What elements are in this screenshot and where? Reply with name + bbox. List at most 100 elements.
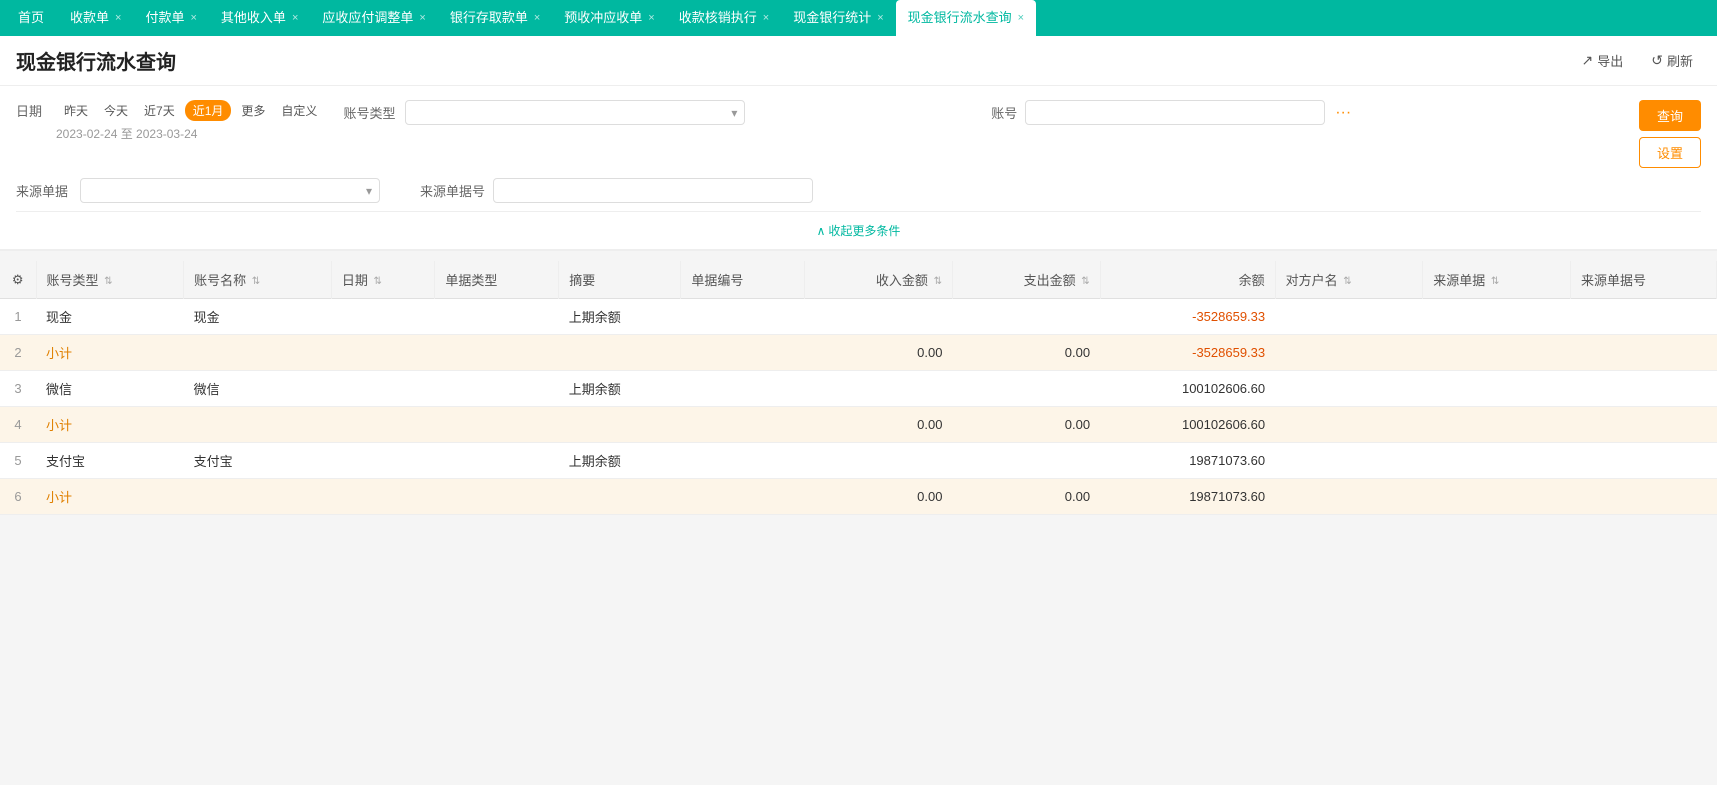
account-type-select[interactable] — [405, 100, 745, 125]
row-source-doc — [1423, 443, 1571, 479]
refresh-icon: ↺ — [1651, 52, 1663, 69]
source-doc-no-input[interactable] — [493, 178, 813, 203]
col-summary[interactable]: 摘要 — [559, 261, 681, 299]
close-tab-0-icon[interactable]: × — [115, 0, 121, 36]
col-doc-no[interactable]: 单据编号 — [681, 261, 805, 299]
row-account-type: 小计 — [36, 407, 184, 443]
date-7days-btn[interactable]: 近7天 — [138, 100, 181, 121]
row-account-type: 微信 — [36, 371, 184, 407]
settings-button[interactable]: 设置 — [1639, 137, 1701, 168]
row-expense: 0.00 — [952, 479, 1100, 515]
date-yesterday-btn[interactable]: 昨天 — [58, 100, 94, 121]
close-tab-7-icon[interactable]: × — [877, 0, 883, 36]
close-tab-1-icon[interactable]: × — [190, 0, 196, 36]
date-filter-label: 日期 — [16, 101, 52, 120]
close-tab-3-icon[interactable]: × — [419, 0, 425, 36]
col-income[interactable]: 收入金额 ⇅ — [805, 261, 953, 299]
table-row: 3 微信 微信 上期余额 100102606.60 — [0, 371, 1717, 407]
col-source-doc-no[interactable]: 来源单据号 — [1570, 261, 1716, 299]
row-date — [331, 335, 435, 371]
row-income — [805, 299, 953, 335]
row-income: 0.00 — [805, 407, 953, 443]
row-num-cell: 4 — [0, 407, 36, 443]
table-settings-icon[interactable]: ⚙ — [12, 272, 24, 287]
action-buttons: 查询 设置 — [1639, 100, 1701, 168]
date-shortcuts: 昨天 今天 近7天 近1月 更多 自定义 — [58, 100, 323, 121]
table-row: 6 小计 0.00 0.00 19871073.60 — [0, 479, 1717, 515]
table-header-row: ⚙ 账号类型 ⇅ 账号名称 ⇅ 日期 ⇅ 单据类型 摘要 — [0, 261, 1717, 299]
row-summary: 上期余额 — [559, 443, 681, 479]
row-summary: 上期余额 — [559, 371, 681, 407]
export-icon: ↗ — [1582, 52, 1594, 69]
row-source-doc-no — [1570, 371, 1716, 407]
close-tab-4-icon[interactable]: × — [534, 0, 540, 36]
date-1month-btn[interactable]: 近1月 — [185, 100, 232, 121]
row-income — [805, 443, 953, 479]
row-income — [805, 371, 953, 407]
account-type-label: 账号类型 — [343, 103, 399, 122]
filter-section: 日期 昨天 今天 近7天 近1月 更多 自定义 2023-02-24 至 202… — [0, 86, 1717, 251]
col-expense[interactable]: 支出金额 ⇅ — [952, 261, 1100, 299]
nav-tab-2[interactable]: 其他收入单 × — [209, 0, 310, 36]
collapse-filter-btn[interactable]: ∧ 收起更多条件 — [817, 222, 901, 239]
col-balance[interactable]: 余额 — [1100, 261, 1275, 299]
col-settings[interactable]: ⚙ — [0, 261, 36, 299]
col-account-type[interactable]: 账号类型 ⇅ — [36, 261, 184, 299]
row-date — [331, 479, 435, 515]
data-table-container: ⚙ 账号类型 ⇅ 账号名称 ⇅ 日期 ⇅ 单据类型 摘要 — [0, 261, 1717, 515]
date-more-btn[interactable]: 更多 — [235, 100, 271, 121]
row-account-type: 支付宝 — [36, 443, 184, 479]
close-tab-5-icon[interactable]: × — [648, 0, 654, 36]
row-balance: 19871073.60 — [1100, 443, 1275, 479]
table-row: 4 小计 0.00 0.00 100102606.60 — [0, 407, 1717, 443]
close-tab-8-icon[interactable]: × — [1018, 0, 1024, 36]
account-no-ellipsis-icon[interactable]: ··· — [1331, 104, 1355, 122]
row-income: 0.00 — [805, 335, 953, 371]
export-button[interactable]: ↗ 导出 — [1574, 47, 1632, 74]
nav-tab-5[interactable]: 预收冲应收单 × — [552, 0, 666, 36]
row-account-name: 支付宝 — [184, 443, 332, 479]
nav-tab-6[interactable]: 收款核销执行 × — [667, 0, 781, 36]
nav-tab-4[interactable]: 银行存取款单 × — [438, 0, 552, 36]
row-source-doc — [1423, 407, 1571, 443]
row-doc-type — [435, 299, 559, 335]
date-today-btn[interactable]: 今天 — [98, 100, 134, 121]
account-no-label: 账号 — [991, 103, 1019, 122]
query-button[interactable]: 查询 — [1639, 100, 1701, 131]
refresh-button[interactable]: ↺ 刷新 — [1643, 47, 1701, 74]
sort-income-icon: ⇅ — [934, 276, 942, 287]
row-balance: -3528659.33 — [1100, 335, 1275, 371]
date-custom-btn[interactable]: 自定义 — [275, 100, 323, 121]
nav-tab-7[interactable]: 现金银行统计 × — [781, 0, 895, 36]
row-source-doc-no — [1570, 299, 1716, 335]
row-summary — [559, 407, 681, 443]
nav-tab-8[interactable]: 现金银行流水查询 × — [896, 0, 1036, 36]
row-expense — [952, 299, 1100, 335]
row-summary: 上期余额 — [559, 299, 681, 335]
row-source-doc-no — [1570, 407, 1716, 443]
close-tab-6-icon[interactable]: × — [763, 0, 769, 36]
nav-tab-0[interactable]: 收款单 × — [58, 0, 133, 36]
row-expense — [952, 371, 1100, 407]
col-source-doc[interactable]: 来源单据 ⇅ — [1423, 261, 1571, 299]
source-doc-no-label: 来源单据号 — [420, 181, 485, 200]
col-account-name[interactable]: 账号名称 ⇅ — [184, 261, 332, 299]
row-counterparty — [1275, 335, 1423, 371]
sort-source-doc-icon: ⇅ — [1491, 276, 1499, 287]
nav-tab-3[interactable]: 应收应付调整单 × — [310, 0, 437, 36]
close-tab-2-icon[interactable]: × — [292, 0, 298, 36]
row-doc-no — [681, 443, 805, 479]
row-account-name — [184, 479, 332, 515]
col-counterparty[interactable]: 对方户名 ⇅ — [1275, 261, 1423, 299]
nav-home[interactable]: 首页 — [4, 0, 58, 36]
col-doc-type[interactable]: 单据类型 — [435, 261, 559, 299]
row-num-cell: 3 — [0, 371, 36, 407]
nav-tab-1[interactable]: 付款单 × — [133, 0, 208, 36]
col-date[interactable]: 日期 ⇅ — [331, 261, 435, 299]
row-balance: 100102606.60 — [1100, 371, 1275, 407]
source-doc-select[interactable] — [80, 178, 380, 203]
row-income: 0.00 — [805, 479, 953, 515]
sort-date-icon: ⇅ — [373, 276, 381, 287]
account-no-input[interactable] — [1025, 100, 1325, 125]
row-account-name: 微信 — [184, 371, 332, 407]
